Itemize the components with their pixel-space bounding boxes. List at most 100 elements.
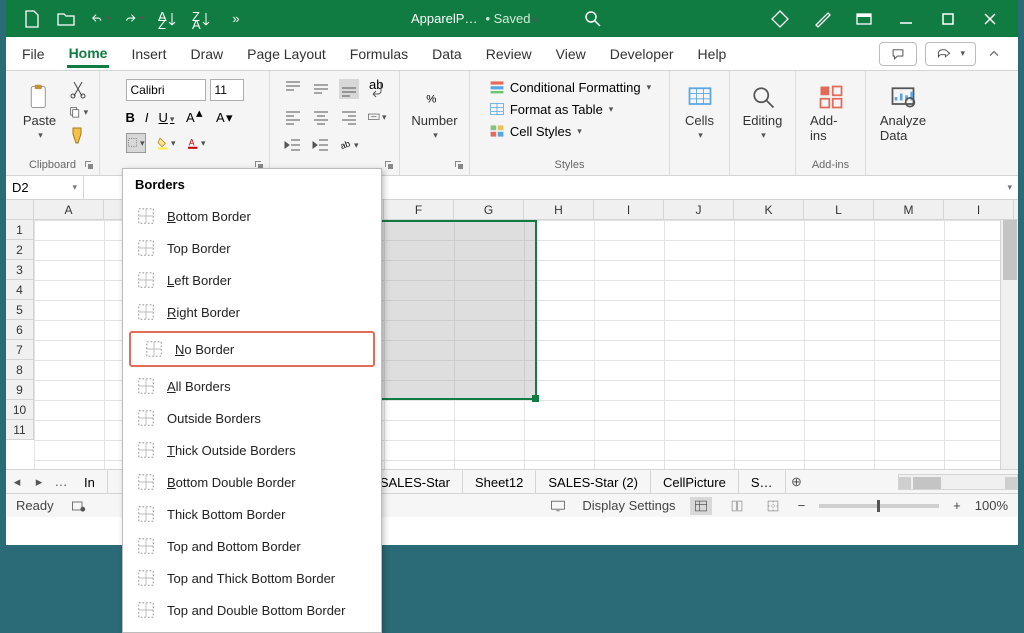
column-header[interactable]: A [34, 200, 104, 219]
row-header[interactable]: 2 [6, 240, 33, 260]
cut-icon[interactable] [68, 79, 88, 99]
share-button[interactable] [925, 42, 976, 66]
format-painter-icon[interactable] [68, 125, 88, 145]
tab-developer[interactable]: Developer [608, 40, 676, 68]
redo-icon[interactable] [124, 9, 144, 29]
alignment-launcher-icon[interactable] [383, 159, 395, 171]
column-header[interactable]: L [804, 200, 874, 219]
view-normal-icon[interactable] [690, 497, 712, 515]
font-name-select[interactable] [126, 79, 206, 101]
row-header[interactable]: 6 [6, 320, 33, 340]
borders-menu-item[interactable]: Outside Borders [123, 402, 381, 434]
new-sheet-button[interactable]: ⊕ [786, 474, 808, 490]
undo-icon[interactable] [90, 9, 110, 29]
tab-file[interactable]: File [20, 40, 47, 68]
borders-button[interactable] [126, 133, 146, 153]
tab-nav-more[interactable]: … [50, 474, 72, 489]
row-header[interactable]: 11 [6, 420, 33, 440]
increase-font-icon[interactable]: A▴ [184, 107, 204, 127]
close-icon[interactable] [980, 9, 1000, 29]
analyze-data-button[interactable]: Analyze Data [874, 79, 932, 147]
underline-button[interactable]: U [159, 110, 175, 125]
tab-view[interactable]: View [554, 40, 588, 68]
collapse-ribbon-icon[interactable] [984, 44, 1004, 64]
merge-icon[interactable] [367, 107, 387, 127]
fill-color-button[interactable] [156, 133, 176, 153]
new-file-icon[interactable] [22, 9, 42, 29]
number-format-button[interactable]: % Number [405, 79, 463, 145]
borders-menu-item[interactable]: Top and Double Bottom Border [123, 594, 381, 626]
orientation-icon[interactable]: ab [339, 135, 359, 155]
zoom-level[interactable]: 100% [975, 498, 1008, 513]
open-file-icon[interactable] [56, 9, 76, 29]
borders-menu-item[interactable]: Bottom Double Border [123, 466, 381, 498]
tab-formulas[interactable]: Formulas [348, 40, 410, 68]
column-header[interactable]: F [384, 200, 454, 219]
bold-button[interactable]: B [126, 110, 135, 125]
diamond-icon[interactable] [770, 9, 790, 29]
search-icon[interactable] [583, 9, 603, 29]
borders-menu-item[interactable]: Right Border [123, 296, 381, 328]
vertical-scrollbar[interactable] [1000, 220, 1018, 469]
editing-button[interactable]: Editing [737, 79, 789, 145]
italic-button[interactable]: I [145, 110, 149, 125]
save-state[interactable]: • Saved [485, 11, 537, 26]
borders-menu-item[interactable]: Top and Thick Bottom Border [123, 562, 381, 594]
conditional-formatting-button[interactable]: Conditional Formatting [488, 79, 651, 95]
tab-insert[interactable]: Insert [129, 40, 168, 68]
zoom-slider[interactable] [819, 504, 939, 508]
borders-menu-item[interactable]: Left Border [123, 264, 381, 296]
brush-icon[interactable] [812, 9, 832, 29]
sort-desc-icon[interactable]: ZA [192, 9, 212, 29]
tab-nav-next[interactable]: ▸ [28, 474, 50, 490]
maximize-icon[interactable] [938, 9, 958, 29]
tab-data[interactable]: Data [430, 40, 464, 68]
clipboard-launcher-icon[interactable] [83, 159, 95, 171]
sheet-tab[interactable]: SALES-Star [368, 470, 463, 493]
display-settings-icon[interactable] [548, 496, 568, 516]
borders-menu-item[interactable]: All Borders [123, 370, 381, 402]
row-header[interactable]: 4 [6, 280, 33, 300]
font-size-select[interactable] [210, 79, 244, 101]
sheet-tab[interactable]: SALES-Star (2) [536, 470, 651, 493]
align-bottom-icon[interactable] [339, 79, 359, 99]
cells-button[interactable]: Cells [679, 79, 720, 145]
number-launcher-icon[interactable] [453, 159, 465, 171]
borders-menu-item[interactable]: Top Border [123, 232, 381, 264]
cell-styles-button[interactable]: Cell Styles [488, 123, 582, 139]
row-header[interactable]: 9 [6, 380, 33, 400]
macro-record-icon[interactable] [68, 496, 88, 516]
row-header[interactable]: 8 [6, 360, 33, 380]
increase-indent-icon[interactable] [311, 135, 331, 155]
row-header[interactable]: 5 [6, 300, 33, 320]
zoom-in-button[interactable]: + [953, 498, 961, 513]
align-middle-icon[interactable] [311, 79, 331, 99]
borders-menu-item[interactable]: Thick Bottom Border [123, 498, 381, 530]
row-header[interactable]: 3 [6, 260, 33, 280]
row-headers[interactable]: 1234567891011 [6, 220, 34, 440]
borders-menu-item[interactable]: No Border [129, 331, 375, 367]
tab-home[interactable]: Home [67, 39, 110, 68]
tab-help[interactable]: Help [696, 40, 729, 68]
wrap-text-icon[interactable]: ab [367, 79, 387, 99]
tab-review[interactable]: Review [484, 40, 534, 68]
column-header[interactable]: M [874, 200, 944, 219]
borders-menu-item[interactable]: Top and Bottom Border [123, 530, 381, 562]
comments-button[interactable] [879, 42, 917, 66]
row-header[interactable]: 10 [6, 400, 33, 420]
font-color-button[interactable]: A [186, 133, 206, 153]
row-header[interactable]: 7 [6, 340, 33, 360]
align-left-icon[interactable] [283, 107, 303, 127]
column-header[interactable]: I [594, 200, 664, 219]
decrease-font-icon[interactable]: A▾ [214, 107, 234, 127]
sheet-tab[interactable]: S… [739, 470, 786, 493]
zoom-out-button[interactable]: − [798, 498, 806, 513]
column-header[interactable]: H [524, 200, 594, 219]
decrease-indent-icon[interactable] [283, 135, 303, 155]
column-header[interactable]: J [664, 200, 734, 219]
view-page-break-icon[interactable] [762, 497, 784, 515]
fill-handle[interactable] [532, 395, 539, 402]
borders-menu-item[interactable]: Bottom Border [123, 200, 381, 232]
copy-icon[interactable] [68, 102, 88, 122]
qat-overflow-icon[interactable]: » [226, 9, 246, 29]
